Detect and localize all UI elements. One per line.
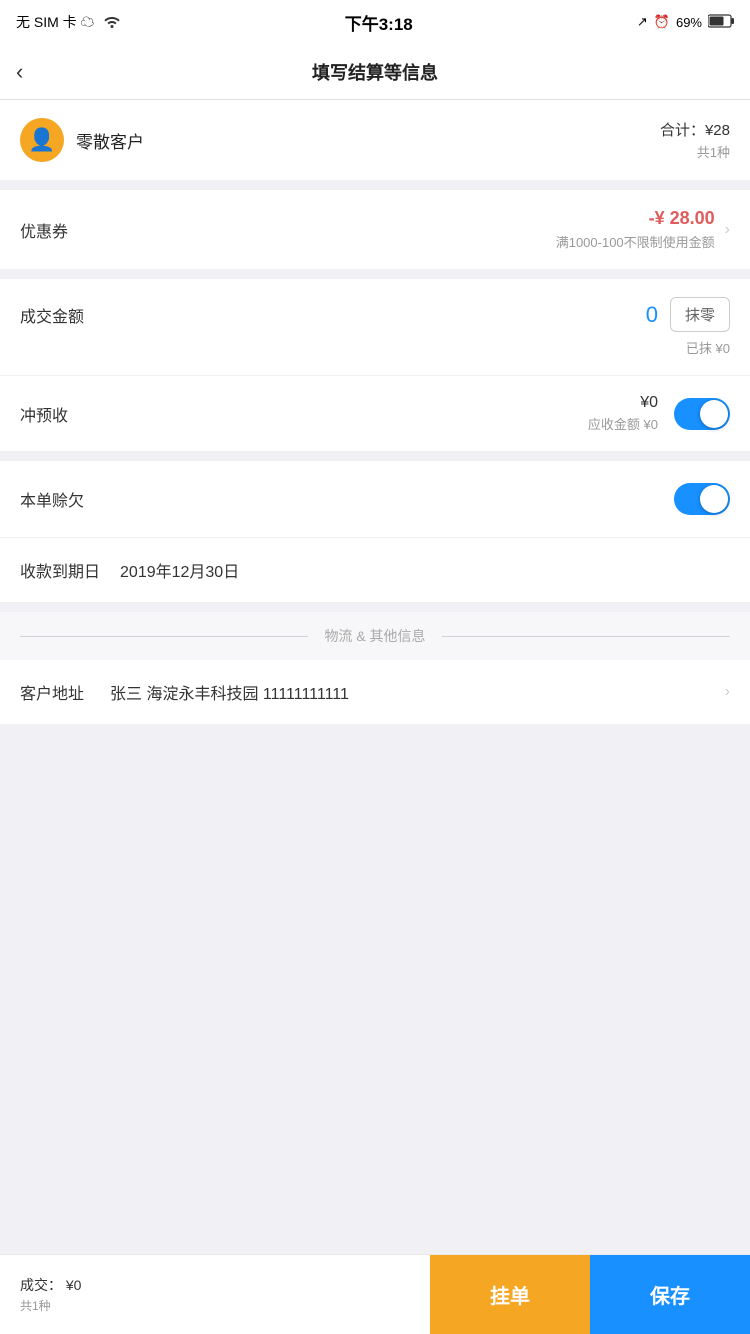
coupon-card: 优惠券 -¥ 28.00 满1000-100不限制使用金额 ›: [0, 190, 750, 269]
deal-subtext: 已抹 ¥0: [20, 338, 730, 357]
customer-card: 👤 零散客户 合计：¥28 共1种: [0, 100, 750, 180]
nav-bar: ‹ 填写结算等信息: [0, 44, 750, 100]
bottom-summary-label: 成交： ¥0: [20, 1275, 410, 1295]
page-title: 填写结算等信息: [312, 59, 438, 85]
credit-card: 本单赊欠 收款到期日 2019年12月30日: [0, 461, 750, 602]
address-chevron-icon: ›: [725, 683, 730, 701]
credit-row: 本单赊欠: [0, 461, 750, 537]
summary-deal-label: 成交：: [20, 1277, 62, 1293]
coupon-label: 优惠券: [20, 218, 68, 242]
transaction-card: 成交金额 抹零 已抹 ¥0 冲预收 ¥0 应收金额 ¥0: [0, 279, 750, 451]
customer-count: 共1种: [660, 142, 730, 161]
address-row[interactable]: 客户地址 张三 海淀永丰科技园 11111111111 ›: [0, 660, 750, 724]
deal-amount-input[interactable]: [578, 302, 658, 328]
customer-total: 合计：¥28: [660, 119, 730, 140]
deal-top: 成交金额 抹零: [20, 297, 730, 332]
prepay-amount: ¥0: [588, 394, 658, 412]
address-value: 张三 海淀永丰科技园 11111111111: [110, 680, 725, 704]
save-button[interactable]: 保存: [590, 1255, 750, 1334]
summary-deal-value: ¥0: [66, 1277, 82, 1293]
logistics-section-header: 物流 & 其他信息: [0, 612, 750, 660]
section-line-right: [442, 636, 730, 637]
section-line-left: [20, 636, 308, 637]
deal-row: 成交金额 抹零 已抹 ¥0: [0, 279, 750, 375]
due-date-row: 收款到期日 2019年12月30日: [0, 537, 750, 602]
coupon-subtext: 满1000-100不限制使用金额: [556, 232, 715, 251]
customer-left: 👤 零散客户: [20, 118, 144, 162]
prepay-label: 冲预收: [20, 402, 68, 426]
customer-avatar: 👤: [20, 118, 64, 162]
bottom-bar: 成交： ¥0 共1种 挂单 保存: [0, 1254, 750, 1334]
status-right: ↗ ⏰ 69%: [637, 14, 734, 31]
logistics-label: 物流 & 其他信息: [324, 626, 425, 646]
wifi-icon: [103, 14, 121, 31]
battery-label: 69%: [676, 15, 702, 30]
person-icon: 👤: [28, 127, 55, 153]
coupon-discount: -¥ 28.00: [556, 208, 715, 229]
content: 👤 零散客户 合计：¥28 共1种 优惠券 -¥ 28.00 满1000-100…: [0, 100, 750, 834]
prepay-right: ¥0 应收金额 ¥0: [588, 394, 730, 433]
chevron-right-icon: ›: [725, 221, 730, 239]
back-button[interactable]: ‹: [16, 59, 23, 85]
hang-order-button[interactable]: 挂单: [430, 1255, 590, 1334]
deal-right: 抹零: [578, 297, 730, 332]
bottom-summary-count: 共1种: [20, 1297, 410, 1314]
address-label: 客户地址: [20, 680, 100, 704]
prepay-row: 冲预收 ¥0 应收金额 ¥0: [0, 375, 750, 451]
location-icon: ↗: [637, 14, 648, 30]
credit-toggle-knob: [700, 485, 728, 513]
status-bar: 无 SIM 卡 ☁ 下午3:18 ↗ ⏰ 69%: [0, 0, 750, 44]
deal-label: 成交金额: [20, 303, 84, 327]
customer-name: 零散客户: [76, 128, 144, 153]
prepay-toggle[interactable]: [674, 398, 730, 430]
round-zero-button[interactable]: 抹零: [670, 297, 730, 332]
address-card: 客户地址 张三 海淀永丰科技园 11111111111 ›: [0, 660, 750, 724]
customer-row: 👤 零散客户 合计：¥28 共1种: [0, 100, 750, 180]
customer-summary: 合计：¥28 共1种: [660, 119, 730, 161]
toggle-knob: [700, 400, 728, 428]
status-left: 无 SIM 卡 ☁: [16, 12, 121, 32]
prepay-subtext: 应收金额 ¥0: [588, 414, 658, 433]
coupon-right: -¥ 28.00 满1000-100不限制使用金额 ›: [556, 208, 730, 251]
credit-label: 本单赊欠: [20, 487, 84, 511]
battery-icon: [708, 14, 734, 31]
due-date-value: 2019年12月30日: [120, 558, 239, 582]
credit-toggle[interactable]: [674, 483, 730, 515]
no-sim-label: 无 SIM 卡 ☁: [16, 12, 95, 32]
bottom-summary: 成交： ¥0 共1种: [0, 1275, 430, 1314]
status-time: 下午3:18: [345, 10, 413, 35]
alarm-icon: ⏰: [654, 14, 670, 30]
prepay-values: ¥0 应收金额 ¥0: [588, 394, 658, 433]
due-date-label: 收款到期日: [20, 558, 100, 582]
coupon-row[interactable]: 优惠券 -¥ 28.00 满1000-100不限制使用金额 ›: [0, 190, 750, 269]
